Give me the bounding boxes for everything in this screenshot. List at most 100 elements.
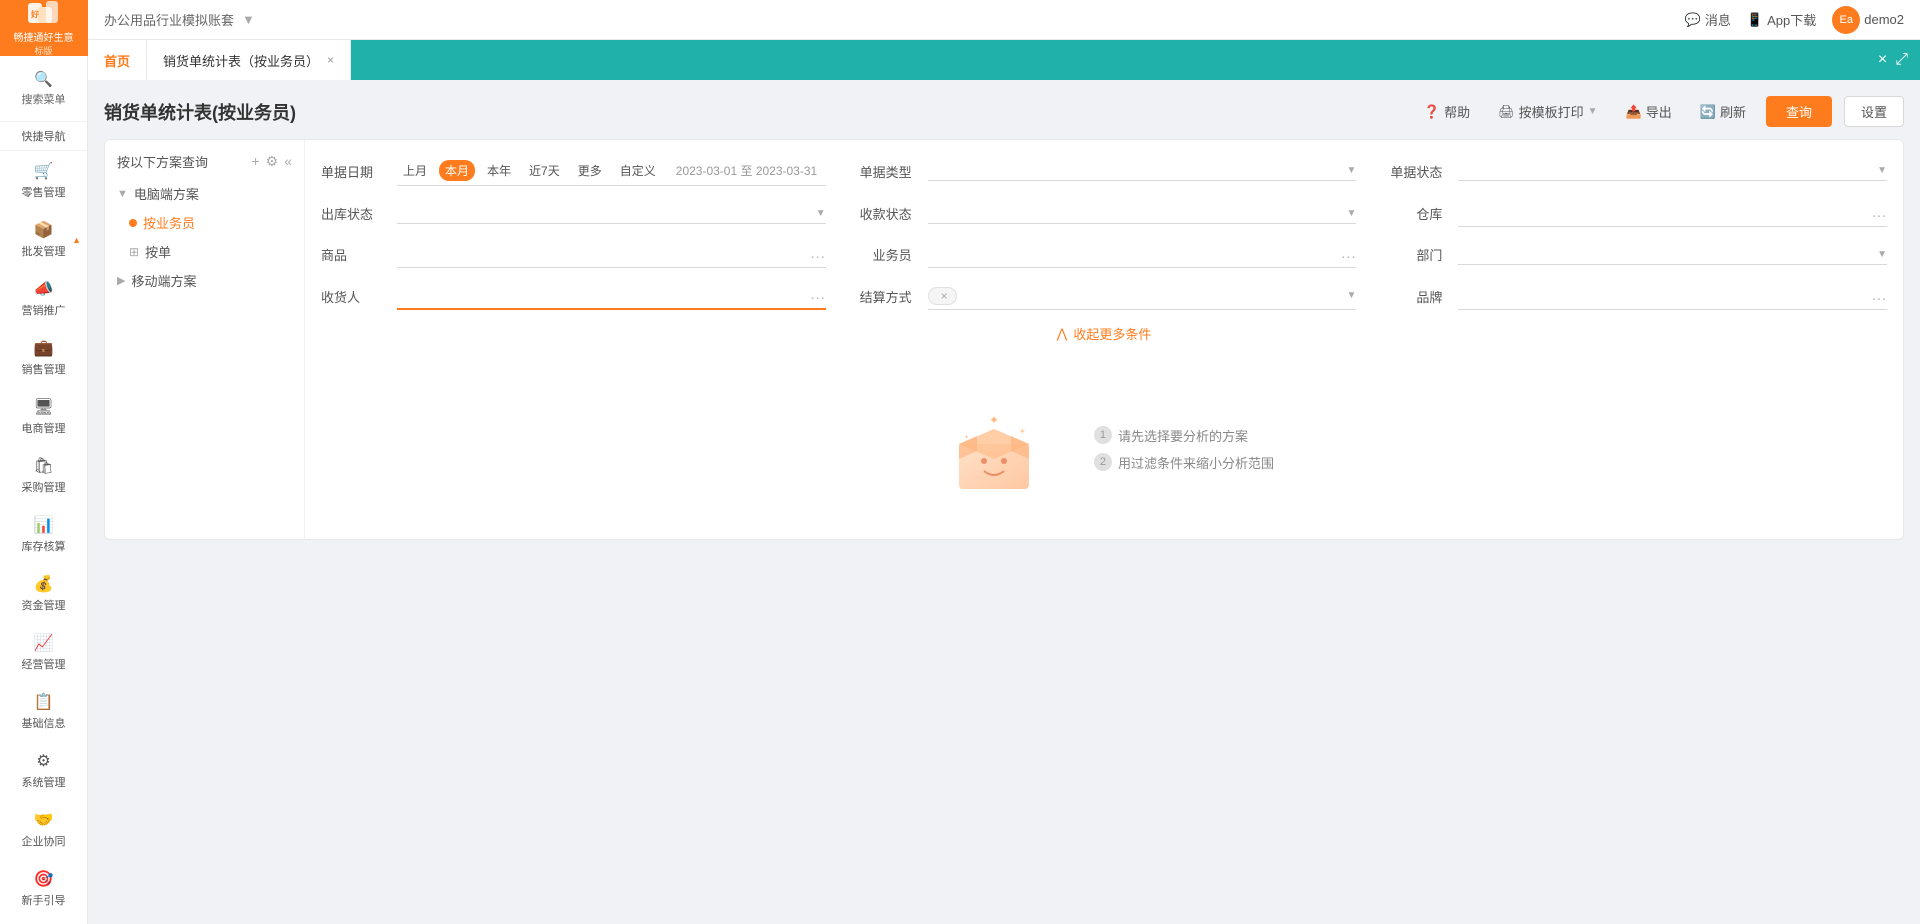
salesperson-field[interactable]: … — [928, 241, 1357, 268]
tree-expand-mobile[interactable]: ▶ 移动端方案 — [105, 266, 304, 295]
date-this-month[interactable]: 本月 — [439, 160, 475, 181]
dept-field[interactable]: ▼ — [1458, 245, 1887, 265]
sidebar-item-sales[interactable]: 💼 销售管理 — [0, 328, 87, 387]
dept-chevron[interactable]: ▼ — [1877, 249, 1887, 260]
tab-sales-stat[interactable]: 销货单统计表（按业务员） × — [147, 40, 351, 80]
sidebar-item-finance[interactable]: 💰 资金管理 — [0, 564, 87, 623]
collapse-btn[interactable]: ⋀ 收起更多条件 — [1057, 324, 1152, 343]
filter-panel: 单据日期 上月 本月 本年 近7天 更多 自定义 2023-03-01 至 20… — [305, 140, 1903, 359]
sidebar-item-system[interactable]: ⚙ 系统管理 — [0, 741, 87, 800]
sidebar-item-appstore[interactable]: 🔧 应用中心 — [0, 918, 87, 924]
recipient-dots[interactable]: … — [810, 286, 826, 304]
sales-icon: 💼 — [34, 338, 54, 358]
settle-method-chevron[interactable]: ▼ — [1346, 290, 1356, 301]
account-dropdown-icon[interactable]: ▼ — [242, 12, 255, 27]
product-field[interactable]: … — [397, 241, 826, 268]
date-last-month[interactable]: 上月 — [397, 160, 433, 181]
sidebar-label-ecommerce: 电商管理 — [22, 420, 66, 436]
empty-state-panel: ✦ ✦ ✦ 1 请先选择要分析的方案 — [305, 359, 1903, 539]
sidebar-item-ecommerce[interactable]: 🖥 电商管理 — [0, 387, 87, 446]
doc-type-chevron[interactable]: ▼ — [1346, 165, 1356, 176]
system-icon: ⚙ — [36, 751, 50, 771]
tree-expand-icon: ▼ — [117, 188, 128, 200]
app-name: 畅捷通好生意 — [14, 29, 74, 44]
warehouse-dots[interactable]: … — [1871, 204, 1887, 222]
sidebar-item-wholesale[interactable]: 📦 批发管理 ▲ — [0, 210, 87, 269]
sidebar-item-marketing[interactable]: 📣 营销推广 — [0, 269, 87, 328]
page-actions: ❓ 帮助 🖨 按模板打印 ▼ 📤 导出 🔄 刷新 查询 设置 — [1416, 96, 1904, 127]
tab-close-all-btn[interactable]: × — [1878, 51, 1887, 69]
tree-item-by-salesperson[interactable]: 按业务员 — [105, 208, 304, 237]
content-area: 销货单统计表(按业务员) ❓ 帮助 🖨 按模板打印 ▼ 📤 导出 🔄 刷新 — [88, 80, 1920, 924]
doc-type-field[interactable]: ▼ — [928, 161, 1357, 181]
tree-mobile-label: 移动端方案 — [131, 271, 196, 290]
sidebar-nav: 🛒 零售管理 📦 批发管理 ▲ 📣 营销推广 💼 销售管理 🖥 电商管理 🛍 采… — [0, 151, 87, 924]
wholesale-icon: 📦 — [34, 220, 54, 240]
salesperson-dots[interactable]: … — [1340, 245, 1356, 263]
empty-illustration: ✦ ✦ ✦ — [934, 399, 1054, 499]
tree-salesperson-label: 按业务员 — [143, 213, 195, 232]
search-menu-item[interactable]: 🔍 搜索菜单 — [0, 64, 87, 113]
recipient-field[interactable]: … — [397, 282, 826, 310]
brand-field[interactable]: … — [1458, 283, 1887, 310]
tree-section-desktop: ▼ 电脑端方案 按业务员 ⊞ 按单 — [105, 179, 304, 266]
account-label: 办公用品行业模拟账套 — [104, 10, 234, 29]
warehouse-field[interactable]: … — [1458, 200, 1887, 227]
sidebar-label-operation: 经营管理 — [22, 656, 66, 672]
doc-status-field[interactable]: ▼ — [1458, 161, 1887, 181]
print-btn[interactable]: 🖨 按模板打印 ▼ — [1490, 98, 1605, 125]
sidebar-item-operation[interactable]: 📈 经营管理 — [0, 623, 87, 682]
query-button[interactable]: 查询 — [1766, 96, 1832, 127]
tree-item-active-dot — [129, 219, 137, 227]
out-status-field[interactable]: ▼ — [397, 204, 826, 224]
corp-icon: 🤝 — [34, 810, 54, 830]
scheme-settings-btn[interactable]: ⚙ — [266, 153, 279, 170]
brand-dots[interactable]: … — [1871, 287, 1887, 305]
hint-text-1: 请先选择要分析的方案 — [1118, 426, 1248, 445]
message-icon: 💬 — [1685, 12, 1701, 28]
message-label: 消息 — [1705, 10, 1731, 29]
product-dots[interactable]: … — [810, 245, 826, 263]
date-7days[interactable]: 近7天 — [523, 160, 566, 181]
sidebar-label-wholesale: 批发管理 — [22, 243, 66, 259]
settle-tag-clear[interactable]: × — [941, 289, 948, 303]
user-menu[interactable]: Ea demo2 — [1832, 6, 1904, 34]
sidebar-item-basic[interactable]: 📋 基础信息 — [0, 682, 87, 741]
date-more[interactable]: 更多 — [572, 160, 608, 181]
refresh-label: 刷新 — [1720, 102, 1746, 121]
tab-home[interactable]: 首页 — [88, 40, 147, 80]
sidebar-label-basic: 基础信息 — [22, 715, 66, 731]
tree-expand-desktop[interactable]: ▼ 电脑端方案 — [105, 179, 304, 208]
refresh-btn[interactable]: 🔄 刷新 — [1692, 98, 1754, 125]
help-icon: ❓ — [1424, 104, 1440, 120]
date-custom[interactable]: 自定义 — [614, 160, 662, 181]
collect-status-field[interactable]: ▼ — [928, 204, 1357, 224]
sidebar-label-inventory: 库存核算 — [22, 538, 66, 554]
sidebar-item-inventory[interactable]: 📊 库存核算 — [0, 505, 87, 564]
collect-status-chevron[interactable]: ▼ — [1346, 208, 1356, 219]
shortcut-nav[interactable]: 快捷导航 — [0, 122, 87, 151]
export-btn[interactable]: 📤 导出 — [1618, 98, 1680, 125]
help-label: 帮助 — [1444, 102, 1470, 121]
tab-expand-btn[interactable]: ⤢ — [1895, 51, 1908, 69]
tree-item-by-order[interactable]: ⊞ 按单 — [105, 237, 304, 266]
sidebar-item-purchase[interactable]: 🛍 采购管理 — [0, 446, 87, 505]
tab-close-icon[interactable]: × — [327, 53, 334, 67]
message-btn[interactable]: 💬 消息 — [1685, 10, 1731, 29]
add-scheme-btn[interactable]: + — [251, 153, 259, 170]
help-btn[interactable]: ❓ 帮助 — [1416, 98, 1478, 125]
out-status-chevron[interactable]: ▼ — [816, 208, 826, 219]
marketing-icon: 📣 — [34, 279, 54, 299]
doc-status-chevron[interactable]: ▼ — [1877, 165, 1887, 176]
sidebar-item-retail[interactable]: 🛒 零售管理 — [0, 151, 87, 210]
date-this-year[interactable]: 本年 — [481, 160, 517, 181]
product-label: 商品 — [321, 245, 381, 264]
collapse-panel-btn[interactable]: « — [284, 153, 292, 170]
brand-label: 品牌 — [1372, 287, 1442, 306]
settings-button[interactable]: 设置 — [1844, 96, 1904, 127]
sidebar-label-newbie: 新手引导 — [22, 892, 66, 908]
sidebar: 好 畅捷通好生意 标版 🔍 搜索菜单 快捷导航 🛒 零售管理 📦 批发管理 ▲ … — [0, 0, 88, 924]
download-btn[interactable]: 📱 App下载 — [1747, 10, 1816, 29]
sidebar-item-newbie[interactable]: 🎯 新手引导 — [0, 859, 87, 918]
sidebar-item-corp[interactable]: 🤝 企业协同 — [0, 800, 87, 859]
